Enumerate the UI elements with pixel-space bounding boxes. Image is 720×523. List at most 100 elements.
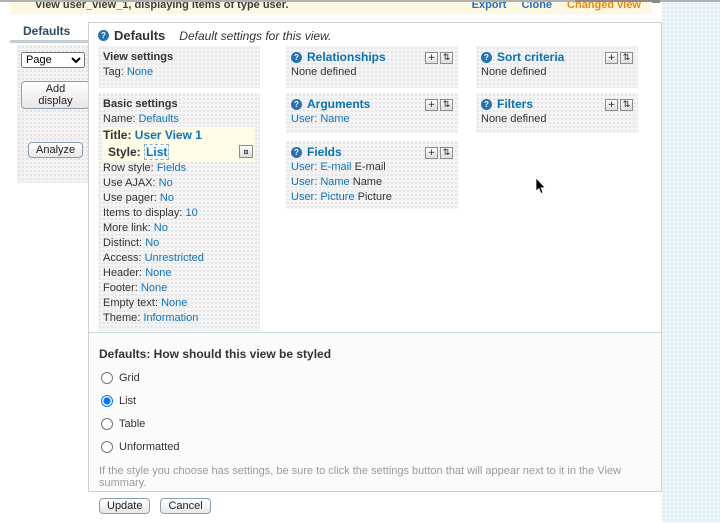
field-item: User: Name Name (291, 175, 453, 190)
view-settings-title: View settings (103, 50, 255, 65)
radio-grid[interactable] (101, 372, 113, 384)
tag-label: Tag: (103, 66, 124, 78)
view-settings-box: View settings Tag: None (98, 46, 260, 88)
setting-value-link[interactable]: Information (143, 312, 198, 324)
add-icon[interactable]: + (605, 52, 618, 64)
view-title: View user_view_1, displaying items of ty… (35, 2, 289, 14)
display-controls-panel: Page Add display Analyze (17, 45, 90, 183)
filters-empty: None defined (481, 112, 633, 127)
help-icon[interactable]: ? (481, 99, 492, 110)
style-settings-form: Defaults: How should this view be styled… (89, 333, 661, 491)
field-item: User: E-mail E-mail (291, 160, 453, 175)
setting-label: Items to display: (103, 207, 182, 219)
help-icon[interactable]: ? (291, 52, 302, 63)
filters-title[interactable]: Filters (497, 97, 605, 112)
style-option-grid[interactable]: Grid (99, 371, 651, 384)
field-label-text: Name (353, 176, 382, 188)
style-option-unformatted[interactable]: Unformatted (99, 440, 651, 453)
mouse-cursor (536, 178, 547, 195)
fields-title[interactable]: Fields (307, 145, 425, 160)
setting-label: More link: (103, 222, 151, 234)
argument-link[interactable]: User: Name (291, 113, 350, 125)
radio-unformatted[interactable] (101, 441, 113, 453)
setting-value-link[interactable]: No (160, 192, 174, 204)
analyze-button[interactable]: Analyze (28, 142, 83, 158)
help-icon[interactable]: ? (481, 52, 492, 63)
field-link[interactable]: User: E-mail (291, 161, 352, 173)
field-link[interactable]: User: Name (291, 176, 350, 188)
view-title-bar: View user_view_1, displaying items of ty… (10, 2, 652, 14)
field-link[interactable]: User: Picture (291, 191, 355, 203)
update-button[interactable]: Update (99, 498, 150, 514)
display-header: ? Defaults Default settings for this vie… (98, 28, 331, 43)
add-icon[interactable]: + (425, 99, 438, 111)
setting-value-link[interactable]: Defaults (138, 113, 178, 125)
setting-row-theme: Theme: Information (103, 311, 255, 326)
setting-value-link[interactable]: None (161, 297, 187, 309)
setting-value-link[interactable]: User View 1 (135, 128, 202, 142)
setting-value-link[interactable]: None (141, 282, 167, 294)
help-icon[interactable]: ? (291, 99, 302, 110)
setting-value-link[interactable]: None (145, 267, 171, 279)
setting-value-link[interactable]: List (144, 144, 169, 160)
style-option-list[interactable]: List (99, 394, 651, 407)
setting-row-items: Items to display: 10 (103, 206, 255, 221)
cancel-button[interactable]: Cancel (160, 498, 210, 514)
setting-value-link[interactable]: 10 (186, 207, 198, 219)
setting-row-distinct: Distinct: No (103, 236, 255, 251)
radio-list[interactable] (101, 395, 113, 407)
page-background-texture (662, 2, 720, 523)
basic-settings-title: Basic settings (103, 97, 255, 112)
rearrange-icon[interactable]: ⇅ (440, 99, 453, 111)
setting-value-link[interactable]: No (154, 222, 168, 234)
display-subtitle: Default settings for this view. (179, 29, 331, 43)
rearrange-icon[interactable]: ⇅ (440, 52, 453, 64)
setting-row-empty: Empty text: None (103, 296, 255, 311)
clone-link[interactable]: Clone (521, 2, 552, 14)
rearrange-icon[interactable]: ⇅ (620, 52, 633, 64)
setting-row-rowstyle: Row style: Fields (103, 161, 255, 176)
display-title: Defaults (114, 28, 165, 43)
radio-label: Table (119, 418, 145, 430)
add-icon[interactable]: + (425, 147, 438, 159)
setting-label: Distinct: (103, 237, 142, 249)
arguments-title[interactable]: Arguments (307, 97, 425, 112)
add-display-button[interactable]: Add display (21, 81, 90, 109)
add-icon[interactable]: + (605, 99, 618, 111)
rearrange-icon[interactable]: ⇅ (440, 147, 453, 159)
arguments-box: ? Arguments + ⇅ User: Name (286, 93, 458, 133)
help-icon[interactable]: ? (98, 30, 109, 41)
tag-value-link[interactable]: None (127, 66, 153, 78)
setting-value-link[interactable]: Unrestricted (145, 252, 204, 264)
views-admin-page: View user_view_1, displaying items of ty… (0, 0, 720, 523)
setting-label: Empty text: (103, 297, 158, 309)
setting-row-ajax: Use AJAX: No (103, 176, 255, 191)
fields-box: ? Fields + ⇅ User: E-mail E-mail User: N… (286, 141, 458, 209)
relationships-title[interactable]: Relationships (307, 50, 425, 65)
radio-table[interactable] (101, 418, 113, 430)
setting-value-link[interactable]: Fields (157, 162, 186, 174)
setting-row-access: Access: Unrestricted (103, 251, 255, 266)
setting-row-morelink: More link: No (103, 221, 255, 236)
setting-value-link[interactable]: No (145, 237, 159, 249)
setting-label: Style: (108, 145, 141, 159)
help-icon[interactable]: ? (291, 147, 302, 158)
style-option-table[interactable]: Table (99, 417, 651, 430)
sort-criteria-title[interactable]: Sort criteria (497, 50, 605, 65)
setting-row-pager: Use pager: No (103, 191, 255, 206)
export-link[interactable]: Export (472, 2, 507, 14)
setting-value-link[interactable]: No (159, 177, 173, 189)
style-form-title: Defaults: How should this view be styled (99, 347, 651, 361)
setting-label: Access: (103, 252, 142, 264)
field-label-text: Picture (358, 191, 392, 203)
add-icon[interactable]: + (425, 52, 438, 64)
tab-active-underline (10, 40, 90, 43)
style-settings-gear-icon[interactable]: ¤ (239, 145, 253, 158)
display-type-select[interactable]: Page (21, 52, 85, 68)
rearrange-icon[interactable]: ⇅ (620, 99, 633, 111)
setting-row-name: Name: Defaults (103, 112, 255, 127)
tab-defaults[interactable]: Defaults (10, 24, 90, 40)
setting-row-style: Style: List ¤ (103, 144, 255, 161)
changed-view-link[interactable]: Changed view (567, 2, 641, 14)
radio-label: Unformatted (119, 441, 180, 453)
